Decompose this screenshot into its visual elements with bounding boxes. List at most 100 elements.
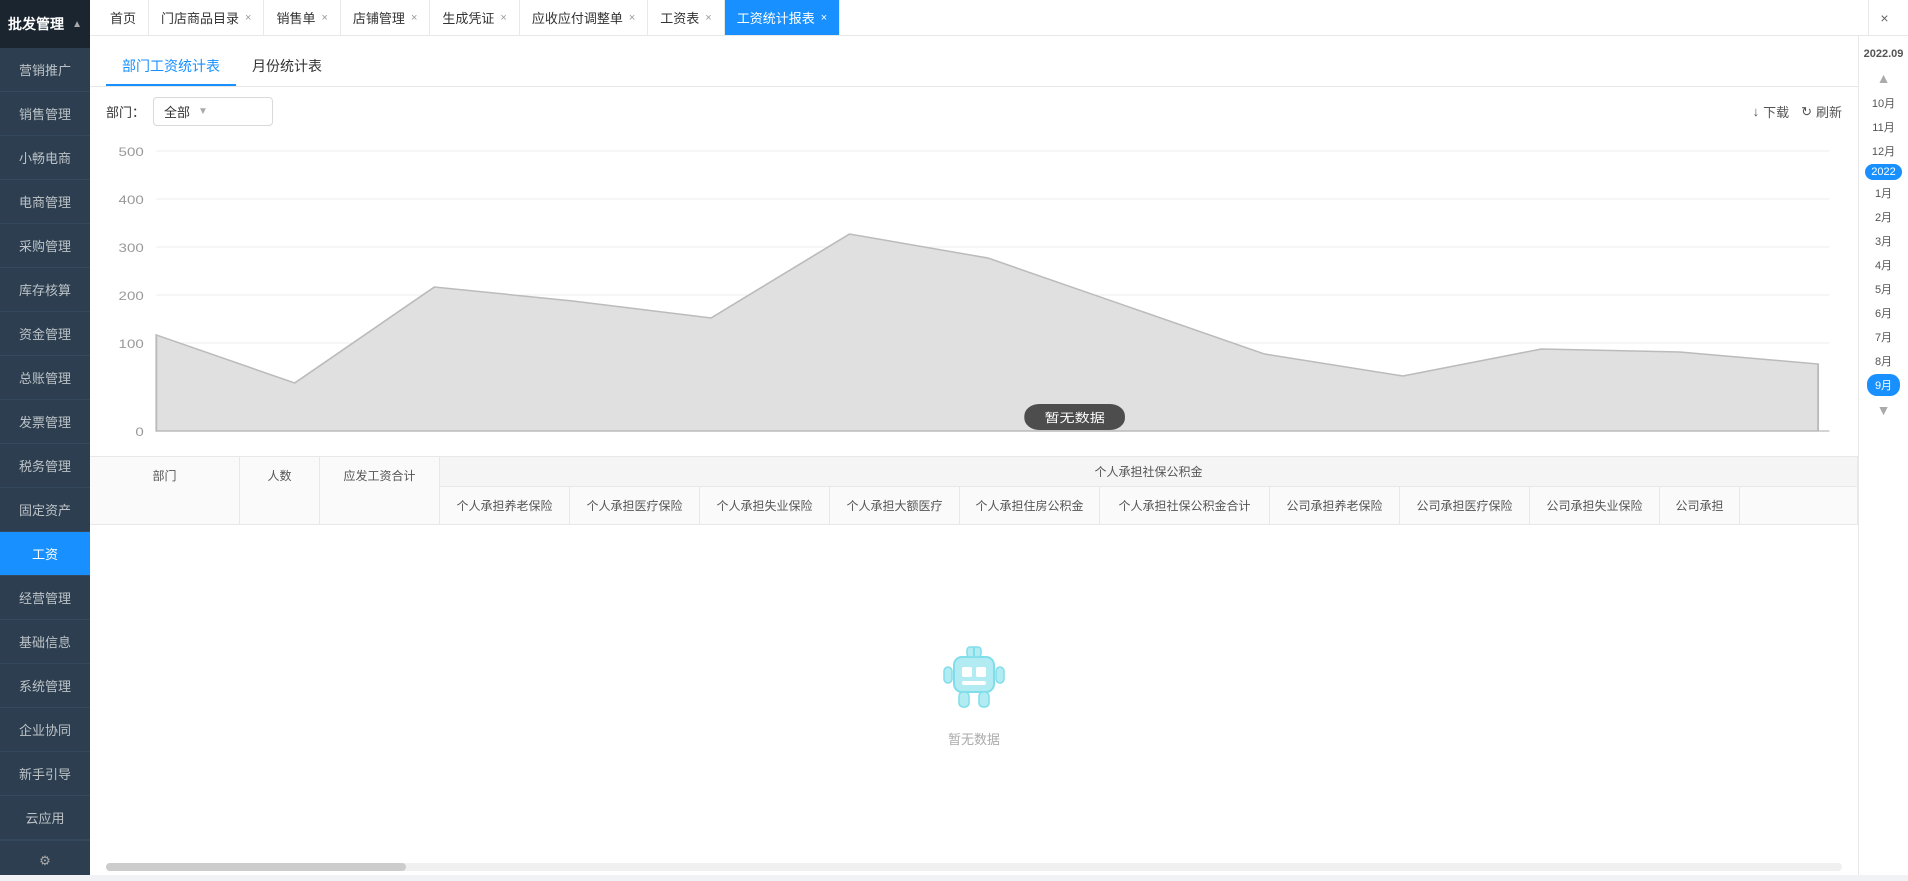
timeline-month-6[interactable]: 6月 bbox=[1859, 302, 1908, 324]
sidebar-header[interactable]: 批发管理 ▲ bbox=[0, 0, 90, 48]
refresh-button[interactable]: ↻ 刷新 bbox=[1801, 102, 1842, 121]
refresh-icon: ↻ bbox=[1801, 104, 1812, 120]
th-group-label: 个人承担社保公积金 bbox=[440, 457, 1857, 487]
th-total: 应发工资合计 bbox=[320, 457, 440, 524]
table-area: 部门 人数 应发工资合计 个人承担社保公积金 个人承担养老保险 个人承担医疗保险… bbox=[90, 456, 1858, 875]
timeline-month-2[interactable]: 2月 bbox=[1859, 206, 1908, 228]
gear-icon: ⚙ bbox=[39, 853, 51, 868]
empty-robot-icon bbox=[934, 637, 1014, 717]
tab-1[interactable]: 门店商品目录× bbox=[149, 0, 264, 36]
refresh-label: 刷新 bbox=[1816, 102, 1842, 121]
timeline-month-11[interactable]: 11月 bbox=[1859, 116, 1908, 138]
sidebar-item-assets[interactable]: 固定资产 bbox=[0, 488, 90, 532]
timeline-month-12[interactable]: 12月 bbox=[1859, 140, 1908, 162]
tab-5[interactable]: 应收应付调整单× bbox=[520, 0, 648, 36]
sidebar-title: 批发管理 bbox=[8, 14, 64, 34]
toolbar-right: ↓ 下载 ↻ 刷新 bbox=[1753, 102, 1842, 121]
sidebar-item-collab[interactable]: 企业协同 bbox=[0, 708, 90, 752]
svg-text:500: 500 bbox=[119, 145, 145, 158]
sidebar-item-inventory[interactable]: 库存核算 bbox=[0, 268, 90, 312]
th-company-unemployment: 公司承担失业保险 bbox=[1530, 487, 1660, 524]
sidebar-item-guide[interactable]: 新手引导 bbox=[0, 752, 90, 796]
tab-7[interactable]: 工资统计报表× bbox=[725, 0, 840, 36]
timeline-month-8[interactable]: 8月 bbox=[1859, 350, 1908, 372]
sidebar-item-marketing[interactable]: 营销推广 bbox=[0, 48, 90, 92]
chart-container: 500 400 300 200 100 0 bbox=[106, 136, 1842, 456]
tab-3[interactable]: 店铺管理× bbox=[341, 0, 430, 36]
sidebar-item-cloud[interactable]: 云应用 bbox=[0, 796, 90, 840]
timeline-up-icon[interactable]: ▲ bbox=[1873, 66, 1895, 90]
svg-text:400: 400 bbox=[119, 193, 145, 206]
timeline-month-7[interactable]: 7月 bbox=[1859, 326, 1908, 348]
main-area: 首页门店商品目录×销售单×店铺管理×生成凭证×应收应付调整单×工资表×工资统计报… bbox=[90, 0, 1908, 875]
th-company-medical: 公司承担医疗保险 bbox=[1400, 487, 1530, 524]
sidebar-item-basics[interactable]: 基础信息 bbox=[0, 620, 90, 664]
timeline-down-icon[interactable]: ▼ bbox=[1873, 398, 1895, 422]
svg-text:0: 0 bbox=[135, 425, 144, 438]
th-people: 人数 bbox=[240, 457, 320, 524]
timeline-year-2022[interactable]: 2022 bbox=[1865, 164, 1901, 180]
tab-close-3[interactable]: × bbox=[411, 12, 417, 24]
tab-0[interactable]: 首页 bbox=[98, 0, 149, 36]
svg-text:暂无数据: 暂无数据 bbox=[1044, 411, 1105, 424]
horizontal-scrollbar[interactable] bbox=[106, 863, 1842, 871]
th-dept: 部门 bbox=[90, 457, 240, 524]
page-area: 部门工资统计表月份统计表 部门： 全部 ▼ ↓ 下载 bbox=[90, 36, 1858, 875]
tab-close-2[interactable]: × bbox=[321, 12, 327, 24]
sidebar-item-invoice[interactable]: 发票管理 bbox=[0, 400, 90, 444]
timeline-month-1[interactable]: 1月 bbox=[1859, 182, 1908, 204]
th-personal-pension: 个人承担养老保险 bbox=[440, 487, 570, 524]
sidebar-item-operations[interactable]: 经营管理 bbox=[0, 576, 90, 620]
sub-tab-0[interactable]: 部门工资统计表 bbox=[106, 48, 236, 86]
tab-bar: 首页门店商品目录×销售单×店铺管理×生成凭证×应收应付调整单×工资表×工资统计报… bbox=[90, 0, 1908, 36]
timeline-month-3[interactable]: 3月 bbox=[1859, 230, 1908, 252]
tab-close-1[interactable]: × bbox=[245, 12, 251, 24]
sidebar-item-ecommerce-small[interactable]: 小畅电商 bbox=[0, 136, 90, 180]
sidebar-collapse-icon: ▲ bbox=[72, 19, 82, 30]
svg-text:100: 100 bbox=[119, 337, 145, 350]
download-icon: ↓ bbox=[1753, 104, 1760, 119]
tab-4[interactable]: 生成凭证× bbox=[430, 0, 519, 36]
window-close-button[interactable]: × bbox=[1868, 0, 1900, 36]
chart-area: 500 400 300 200 100 0 bbox=[90, 136, 1858, 456]
dept-select[interactable]: 全部 ▼ bbox=[153, 97, 273, 126]
sub-tab-1[interactable]: 月份统计表 bbox=[236, 48, 338, 86]
tab-2[interactable]: 销售单× bbox=[264, 0, 340, 36]
timeline-prev-year[interactable]: 2022.09 bbox=[1859, 44, 1908, 64]
sidebar: 批发管理 ▲ 营销推广销售管理小畅电商电商管理采购管理库存核算资金管理总账管理发… bbox=[0, 0, 90, 875]
tab-6[interactable]: 工资表× bbox=[648, 0, 724, 36]
sidebar-item-ecommerce[interactable]: 电商管理 bbox=[0, 180, 90, 224]
empty-text: 暂无数据 bbox=[948, 729, 1000, 748]
sidebar-item-finance[interactable]: 资金管理 bbox=[0, 312, 90, 356]
right-timeline-panel: 2022.09 ▲ 10月 11月 12月 2022 1月 2月 3月 4月 5… bbox=[1858, 36, 1908, 875]
content-area: 部门工资统计表月份统计表 部门： 全部 ▼ ↓ 下载 bbox=[90, 36, 1908, 875]
sidebar-item-tax[interactable]: 税务管理 bbox=[0, 444, 90, 488]
sidebar-item-salary[interactable]: 工资 bbox=[0, 532, 90, 576]
chart-svg: 500 400 300 200 100 0 bbox=[106, 136, 1842, 456]
th-personal-medical: 个人承担医疗保险 bbox=[570, 487, 700, 524]
tab-close-6[interactable]: × bbox=[705, 12, 711, 24]
sidebar-item-sales[interactable]: 销售管理 bbox=[0, 92, 90, 136]
th-company-pension: 公司承担养老保险 bbox=[1270, 487, 1400, 524]
timeline-month-9[interactable]: 9月 bbox=[1867, 374, 1900, 396]
timeline-month-4[interactable]: 4月 bbox=[1859, 254, 1908, 276]
svg-text:200: 200 bbox=[119, 289, 145, 302]
th-personal-housing: 个人承担住房公积金 bbox=[960, 487, 1100, 524]
download-label: 下载 bbox=[1763, 102, 1789, 121]
tab-close-5[interactable]: × bbox=[629, 12, 635, 24]
sidebar-item-system[interactable]: 系统管理 bbox=[0, 664, 90, 708]
th-personal-large-medical: 个人承担大额医疗 bbox=[830, 487, 960, 524]
scrollbar-thumb[interactable] bbox=[106, 863, 406, 871]
timeline-month-5[interactable]: 5月 bbox=[1859, 278, 1908, 300]
toolbar-left: 部门： 全部 ▼ bbox=[106, 97, 273, 126]
timeline-month-10[interactable]: 10月 bbox=[1859, 92, 1908, 114]
table-empty-state: 暂无数据 bbox=[90, 525, 1858, 859]
th-company-more: 公司承担 bbox=[1660, 487, 1740, 524]
toolbar: 部门： 全部 ▼ ↓ 下载 ↻ 刷新 bbox=[90, 87, 1858, 136]
sidebar-item-purchase[interactable]: 采购管理 bbox=[0, 224, 90, 268]
th-personal-total: 个人承担社保公积金合计 bbox=[1100, 487, 1270, 524]
download-button[interactable]: ↓ 下载 bbox=[1753, 102, 1790, 121]
tab-close-7[interactable]: × bbox=[821, 12, 827, 24]
sidebar-item-ledger[interactable]: 总账管理 bbox=[0, 356, 90, 400]
tab-close-4[interactable]: × bbox=[500, 12, 506, 24]
